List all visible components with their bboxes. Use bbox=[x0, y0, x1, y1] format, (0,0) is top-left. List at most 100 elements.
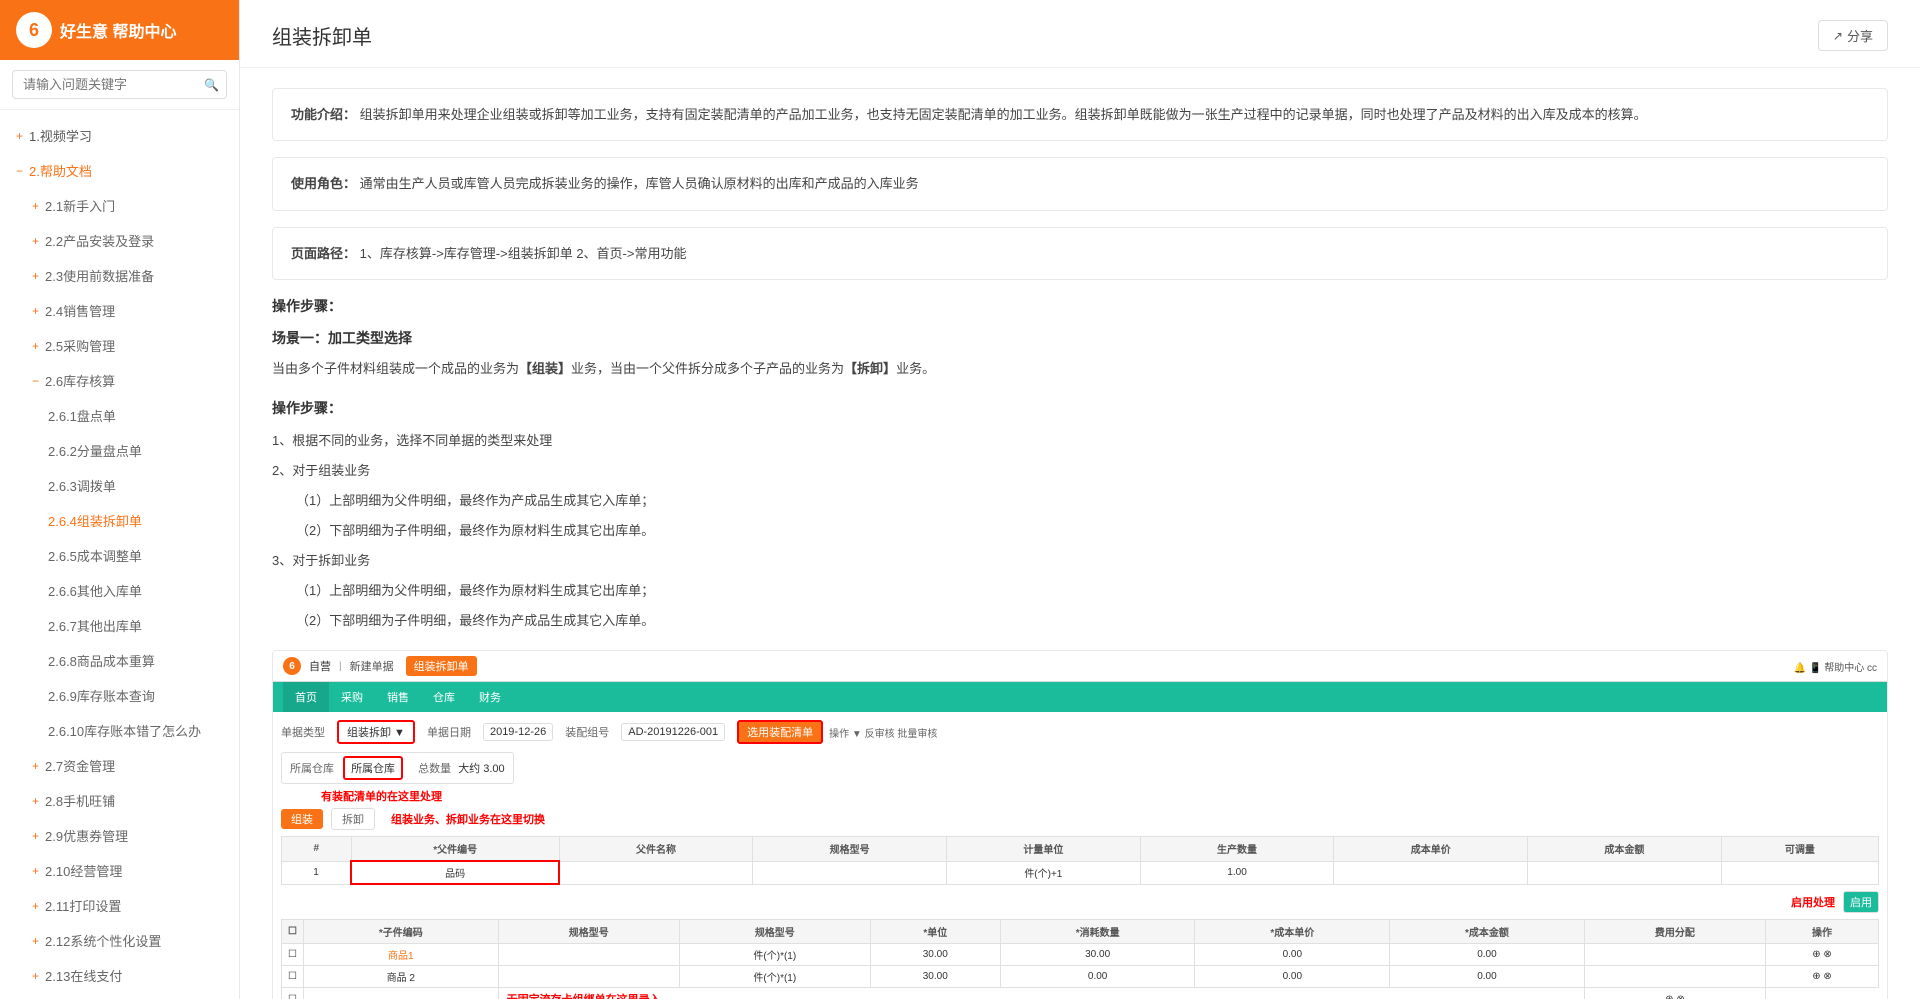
search-input[interactable] bbox=[12, 70, 227, 99]
cell-prod-qty: 1.00 bbox=[1140, 861, 1334, 884]
form-label-type: 单据类型 bbox=[281, 724, 325, 740]
step-3-sub2: （2）下部明细为子件明细，最终作为产成品生成其它入库单。 bbox=[272, 608, 1888, 634]
func-intro-label: 功能介绍： bbox=[291, 107, 356, 122]
sidebar-item-s27[interactable]: + 2.7资金管理 bbox=[0, 748, 239, 783]
step-2: 2、对于组装业务 bbox=[272, 458, 1888, 484]
sidebar-item-s22[interactable]: + 2.2产品安装及登录 bbox=[0, 223, 239, 258]
qty-value: 大约 3.00 bbox=[458, 763, 504, 775]
sub-col-9: 操作 bbox=[1766, 920, 1879, 944]
ann-text-3: 启用处理 bbox=[1791, 894, 1835, 910]
path-text: 1、库存核算->库存管理->组装拆卸单 2、首页->常用功能 bbox=[360, 246, 687, 261]
sub-spec2-2: 件(个)*(1) bbox=[679, 966, 870, 988]
expand-icon: + bbox=[32, 304, 39, 318]
sidebar-item-s211[interactable]: + 2.11打印设置 bbox=[0, 888, 239, 923]
sidebar-item-s261[interactable]: 2.6.1盘点单 bbox=[0, 398, 239, 433]
sidebar-item-docs[interactable]: − 2.帮助文档 bbox=[0, 153, 239, 188]
sidebar-nav: + 1.视频学习 − 2.帮助文档 + 2.1新手入门 + 2.2产品安装及登录… bbox=[0, 110, 239, 999]
packing-list-btn[interactable]: 选用装配清单 bbox=[737, 720, 823, 744]
sidebar-item-s25[interactable]: + 2.5采购管理 bbox=[0, 328, 239, 363]
sidebar-item-s24[interactable]: + 2.4销售管理 bbox=[0, 293, 239, 328]
expand-icon: + bbox=[32, 899, 39, 913]
sidebar-item-video[interactable]: + 1.视频学习 bbox=[0, 118, 239, 153]
sidebar-item-s268[interactable]: 2.6.8商品成本重算 bbox=[0, 643, 239, 678]
parent-table: # *父件编号 父件名称 规格型号 计量单位 生产数量 成本单价 成本金额 可调… bbox=[281, 836, 1879, 885]
sub-row-3: ☐ 无固定流存卡组绑单在这里录入 ⊕ ⊗ bbox=[282, 988, 1879, 999]
sidebar-item-s213[interactable]: + 2.13在线支付 bbox=[0, 958, 239, 993]
step-3: 3、对于拆卸业务 bbox=[272, 548, 1888, 574]
sub-row-2: ☐ 商品 2 件(个)*(1) 30.00 0.00 0.00 0.00 bbox=[282, 966, 1879, 988]
sidebar-item-s263[interactable]: 2.6.3调拨单 bbox=[0, 468, 239, 503]
sub-spec-2 bbox=[498, 966, 679, 988]
content-header: 组装拆卸单 ↗ 分享 bbox=[240, 0, 1920, 68]
enable-btn[interactable]: 启用 bbox=[1843, 891, 1879, 913]
nav-finance[interactable]: 财务 bbox=[467, 682, 513, 712]
sub-col-8: 费用分配 bbox=[1584, 920, 1765, 944]
ops-title: 操作步骤： bbox=[272, 296, 1888, 316]
sub-op-1: ⊕ ⊗ bbox=[1766, 944, 1879, 966]
step-2-sub2: （2）下部明细为子件明细，最终作为原材料生成其它出库单。 bbox=[272, 518, 1888, 544]
sidebar-item-s212[interactable]: + 2.12系统个性化设置 bbox=[0, 923, 239, 958]
nav-home[interactable]: 首页 bbox=[283, 682, 329, 712]
sidebar-item-s267[interactable]: 2.6.7其他出库单 bbox=[0, 608, 239, 643]
role-text: 通常由生产人员或库管人员完成拆装业务的操作，库管人员确认原材料的出库和产成品的入… bbox=[360, 176, 919, 191]
warehouse-select[interactable]: 所属仓库 bbox=[343, 756, 403, 780]
sidebar-search-container bbox=[0, 60, 239, 110]
sub-op-3: ⊕ ⊗ bbox=[1584, 988, 1765, 999]
expand-icon: + bbox=[32, 199, 39, 213]
form-label-no: 装配组号 bbox=[565, 724, 609, 740]
sub-check-2: ☐ bbox=[282, 966, 304, 988]
expand-icon: + bbox=[32, 969, 39, 983]
sidebar-header: 6 好生意 帮助中心 bbox=[0, 0, 239, 60]
sub-cost-2: 0.00 bbox=[1195, 966, 1390, 988]
app-content: 单据类型 组装拆卸 ▼ 单据日期 2019-12-26 装配组号 AD-2019… bbox=[273, 712, 1887, 999]
sidebar-item-s26[interactable]: − 2.6库存核算 bbox=[0, 363, 239, 398]
sub-col-7: *成本金额 bbox=[1390, 920, 1585, 944]
form-label-date: 单据日期 bbox=[427, 724, 471, 740]
expand-icon: + bbox=[32, 339, 39, 353]
date-input[interactable]: 2019-12-26 bbox=[483, 723, 553, 741]
qty-label: 总数量 bbox=[418, 763, 451, 775]
nav-warehouse[interactable]: 仓库 bbox=[421, 682, 467, 712]
sidebar-item-s21[interactable]: + 2.1新手入门 bbox=[0, 188, 239, 223]
cell-no: 1 bbox=[282, 861, 352, 884]
step-2-sub1: （1）上部明细为父件明细，最终作为产成品生成其它入库单； bbox=[272, 488, 1888, 514]
path-block: 页面路径： 1、库存核算->库存管理->组装拆卸单 2、首页->常用功能 bbox=[272, 227, 1888, 280]
expand-icon: + bbox=[32, 759, 39, 773]
warehouse-row: 所属仓库 所属仓库 总数量 大约 3.00 bbox=[281, 752, 514, 784]
share-button[interactable]: ↗ 分享 bbox=[1818, 20, 1888, 51]
sidebar-item-s29[interactable]: + 2.9优惠券管理 bbox=[0, 818, 239, 853]
screenshot-container: 6 自营 | 新建单据 组装拆卸单 🔔 📱 帮助中心 cc 首页 采购 销售 仓… bbox=[272, 650, 1888, 999]
path-label: 页面路径： bbox=[291, 246, 356, 261]
main-content: 组装拆卸单 ↗ 分享 功能介绍： 组装拆卸单用来处理企业组装或拆卸等加工业务，支… bbox=[240, 0, 1920, 999]
sidebar-item-s264-current[interactable]: 2.6.4组装拆卸单 bbox=[0, 503, 239, 538]
step-3-sub1: （1）上部明细为父件明细，最终作为原材料生成其它出库单； bbox=[272, 578, 1888, 604]
disassembly-tab[interactable]: 拆卸 bbox=[331, 808, 375, 830]
sidebar-item-s28[interactable]: + 2.8手机旺铺 bbox=[0, 783, 239, 818]
app-nav-bar: 首页 采购 销售 仓库 财务 bbox=[273, 682, 1887, 712]
new-doc-btn[interactable]: 组装拆卸单 bbox=[406, 656, 477, 676]
sidebar-item-s269[interactable]: 2.6.9库存账本查询 bbox=[0, 678, 239, 713]
app-logo-small: 6 bbox=[283, 657, 301, 675]
sub-alloc-1 bbox=[1584, 944, 1765, 966]
sidebar-item-s265[interactable]: 2.6.5成本调整单 bbox=[0, 538, 239, 573]
col-check: ☐ bbox=[282, 920, 304, 944]
sidebar-item-s214[interactable]: + 2.14常见问题 bbox=[0, 993, 239, 999]
sub-unit-1: 30.00 bbox=[870, 944, 1000, 966]
sidebar-item-s210[interactable]: + 2.10经营管理 bbox=[0, 853, 239, 888]
type-select-highlighted[interactable]: 组装拆卸 ▼ bbox=[337, 720, 415, 744]
role-label: 使用角色： bbox=[291, 176, 356, 191]
sidebar-item-s23[interactable]: + 2.3使用前数据准备 bbox=[0, 258, 239, 293]
nav-purchase[interactable]: 采购 bbox=[329, 682, 375, 712]
sub-col-5: *消耗数量 bbox=[1000, 920, 1195, 944]
assembly-tab[interactable]: 组装 bbox=[281, 809, 323, 829]
sidebar-item-s262[interactable]: 2.6.2分量盘点单 bbox=[0, 433, 239, 468]
sidebar-item-s266[interactable]: 2.6.6其他入库单 bbox=[0, 573, 239, 608]
sub-code-3 bbox=[303, 988, 498, 999]
expand-icon: + bbox=[32, 934, 39, 948]
nav-sales[interactable]: 销售 bbox=[375, 682, 421, 712]
no-input[interactable]: AD-20191226-001 bbox=[621, 723, 725, 741]
sidebar-item-s2610[interactable]: 2.6.10库存账本错了怎么办 bbox=[0, 713, 239, 748]
col-avail: 可调量 bbox=[1721, 837, 1878, 862]
expand-icon: + bbox=[32, 234, 39, 248]
ops-options: 操作 ▼ 反审核 批量审核 bbox=[829, 725, 937, 740]
